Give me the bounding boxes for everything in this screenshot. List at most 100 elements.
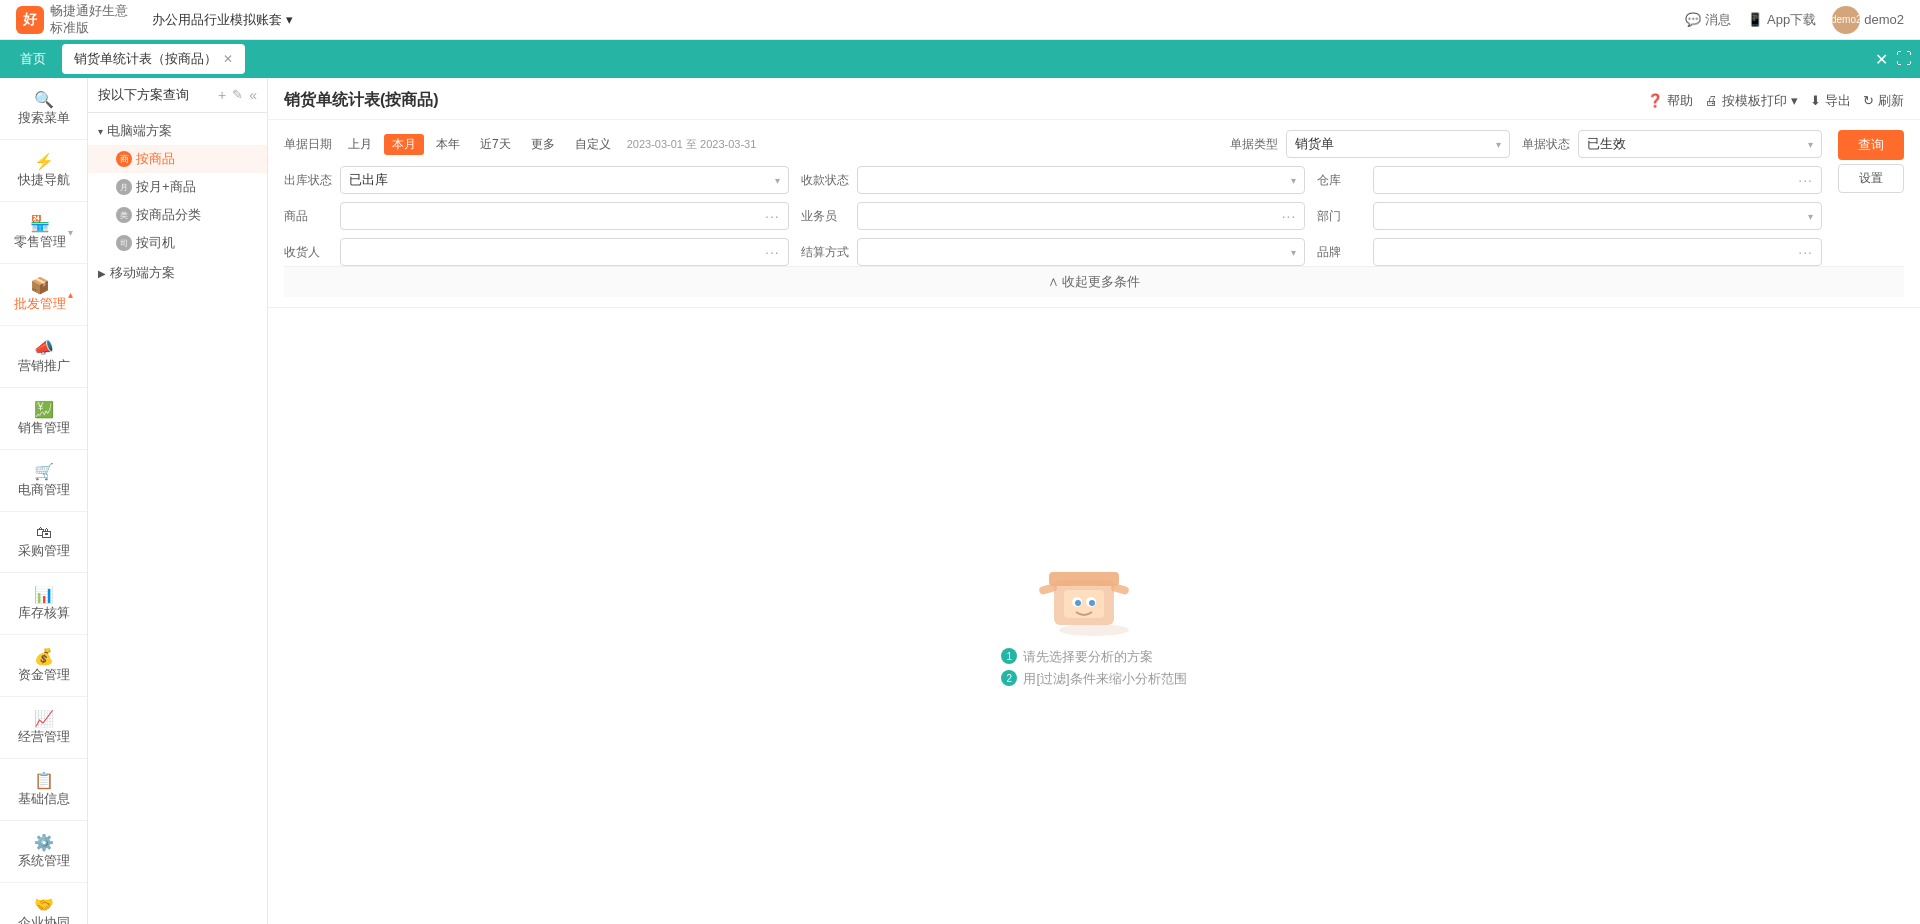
tab-home[interactable]: 首页 [8,44,58,74]
sidebar-item-inventory[interactable]: 📊 库存核算 [0,573,87,635]
tree-group-desktop-header[interactable]: ▾ 电脑端方案 [88,117,267,145]
tree-item-by-product-category[interactable]: 类 按商品分类 [88,201,267,229]
sidebar-item-wholesale[interactable]: 📦 批发管理 ▴ [0,264,87,326]
sidebar-item-quick-nav[interactable]: ⚡ 快捷导航 [0,140,87,202]
close-window-icon[interactable]: ✕ [1875,50,1888,69]
doc-type-select[interactable]: 销货单 ▾ [1286,130,1510,158]
filter-row-1: 单据日期 上月 本月 本年 近7天 更多 自定义 2023-03-01 至 20… [284,130,1822,158]
maximize-window-icon[interactable]: ⛶ [1896,50,1912,69]
user-avatar[interactable]: demo2 demo2 [1832,6,1904,34]
filter-item-brand: 品牌 ··· [1317,238,1822,266]
sidebar-item-purchase[interactable]: 🛍 采购管理 [0,512,87,573]
brand-select[interactable]: ··· [1373,238,1822,266]
tree-item-by-cashier[interactable]: 司 按司机 [88,229,267,257]
filter-row-4: 收货人 ··· 结算方式 ▾ [284,238,1822,266]
main-content: 销货单统计表(按商品) ❓ 帮助 🖨 按模板打印 ▾ ⬇ 导出 [268,78,1920,924]
refresh-btn[interactable]: ↻ 刷新 [1863,92,1904,110]
print-btn[interactable]: 🖨 按模板打印 ▾ [1705,92,1798,110]
settings-button[interactable]: 设置 [1838,164,1904,193]
tree-item-by-month-product[interactable]: 月 按月+商品 [88,173,267,201]
logo-area: 好 畅捷通好生意 标准版 [16,3,128,37]
tree-item-by-product[interactable]: 商 按商品 [88,145,267,173]
sidebar-item-corp-coop[interactable]: 🤝 企业协同 [0,883,87,924]
tree-group-mobile-header[interactable]: ▶ 移动端方案 [88,259,267,287]
finance-icon: 💰 [0,647,87,666]
sidebar-item-system[interactable]: ⚙️ 系统管理 [0,821,87,883]
dept-dropdown-icon: ▾ [1808,211,1813,222]
print-dropdown-icon[interactable]: ▾ [1791,93,1798,108]
tab-report[interactable]: 销货单统计表（按商品） ✕ [62,44,245,74]
scheme-panel-header: 按以下方案查询 + ✎ « [88,78,267,113]
tree-group-desktop: ▾ 电脑端方案 商 按商品 月 按月+商品 类 按商品分类 [88,117,267,257]
search-icon: 🔍 [0,90,87,109]
export-btn[interactable]: ⬇ 导出 [1810,92,1851,110]
empty-state: 1 请先选择要分析的方案 2 用[过滤]条件来缩小分析范围 [268,308,1920,924]
tab-close-icon[interactable]: ✕ [223,52,233,66]
collapse-btn[interactable]: ∧ 收起更多条件 [1048,273,1141,291]
sidebar-item-marketing[interactable]: 📣 营销推广 [0,326,87,388]
product-select[interactable]: ··· [340,202,789,230]
query-button[interactable]: 查询 [1838,130,1904,160]
logo-text: 畅捷通好生意 标准版 [50,3,128,37]
message-btn[interactable]: 💬 消息 [1685,11,1731,29]
sidebar-item-ecommerce[interactable]: 🛒 电商管理 [0,450,87,512]
tree-group-arrow-collapsed-icon: ▶ [98,268,106,279]
sidebar-item-retail[interactable]: 🏪 零售管理 ▾ [0,202,87,264]
payment-dropdown-icon: ▾ [1291,247,1296,258]
ecommerce-icon: 🛒 [0,462,87,481]
dept-select[interactable]: ▾ [1373,202,1822,230]
top-bar-right: 💬 消息 📱 App下载 demo2 demo2 [1685,6,1904,34]
filter-area: 单据日期 上月 本月 本年 近7天 更多 自定义 2023-03-01 至 20… [268,120,1920,308]
sidebar-item-sales[interactable]: 💹 销售管理 [0,388,87,450]
date-pill-more[interactable]: 更多 [523,134,563,155]
page-title: 销货单统计表(按商品) [284,90,439,111]
sidebar-item-basic[interactable]: 📋 基础信息 [0,759,87,821]
help-icon: ❓ [1647,93,1663,108]
filter-item-date: 单据日期 上月 本月 本年 近7天 更多 自定义 2023-03-01 至 20… [284,134,1218,155]
page-actions: ❓ 帮助 🖨 按模板打印 ▾ ⬇ 导出 ↻ 刷新 [1647,92,1904,110]
consignee-select[interactable]: ··· [340,238,789,266]
collapse-scheme-icon[interactable]: « [249,87,257,103]
filter-row-3: 商品 ··· 业务员 ··· [284,202,1822,230]
workspace-selector[interactable]: 办公用品行业模拟账套 ▾ [152,11,293,29]
edit-scheme-icon[interactable]: ✎ [232,87,243,103]
tab-bar: 首页 销货单统计表（按商品） ✕ ✕ ⛶ [0,40,1920,78]
help-btn[interactable]: ❓ 帮助 [1647,92,1693,110]
collapse-row: ∧ 收起更多条件 [284,266,1904,297]
add-scheme-icon[interactable]: + [218,87,226,103]
doc-status-select[interactable]: 已生效 ▾ [1578,130,1822,158]
sidebar-item-search-menu[interactable]: 🔍 搜索菜单 [0,78,87,140]
filter-item-salesperson: 业务员 ··· [801,202,1306,230]
sidebar-item-operations[interactable]: 📈 经营管理 [0,697,87,759]
date-pill-custom[interactable]: 自定义 [567,134,619,155]
warehouse-select[interactable]: ··· [1373,166,1822,194]
filter-item-payment: 结算方式 ▾ [801,238,1306,266]
message-icon: 💬 [1685,12,1701,27]
marketing-icon: 📣 [0,338,87,357]
empty-text: 1 请先选择要分析的方案 2 用[过滤]条件来缩小分析范围 [1001,648,1186,692]
collect-status-select[interactable]: ▾ [857,166,1306,194]
top-bar: 好 畅捷通好生意 标准版 办公用品行业模拟账套 ▾ 💬 消息 📱 App下载 d… [0,0,1920,40]
date-pill-this-year[interactable]: 本年 [428,134,468,155]
salesperson-select[interactable]: ··· [857,202,1306,230]
scheme-panel: 按以下方案查询 + ✎ « ▾ 电脑端方案 商 按商品 [88,78,268,924]
out-status-select[interactable]: 已出库 ▾ [340,166,789,194]
filter-item-dept: 部门 ▾ [1317,202,1822,230]
date-pill-this-month[interactable]: 本月 [384,134,424,155]
sales-icon: 💹 [0,400,87,419]
svg-point-0 [1059,624,1129,636]
app-download-btn[interactable]: 📱 App下载 [1747,11,1816,29]
retail-icon: 🏪 [14,214,66,233]
workspace-dropdown-icon[interactable]: ▾ [286,12,293,27]
date-pill-last-7days[interactable]: 近7天 [472,134,519,155]
out-status-dropdown-icon: ▾ [775,175,780,186]
date-pill-last-month[interactable]: 上月 [340,134,380,155]
print-icon: 🖨 [1705,93,1718,108]
query-buttons: 查询 设置 [1838,130,1904,193]
export-icon: ⬇ [1810,93,1821,108]
payment-select[interactable]: ▾ [857,238,1306,266]
operations-icon: 📈 [0,709,87,728]
corp-coop-icon: 🤝 [0,895,87,914]
sidebar-item-finance[interactable]: 💰 资金管理 [0,635,87,697]
filter-item-product: 商品 ··· [284,202,789,230]
